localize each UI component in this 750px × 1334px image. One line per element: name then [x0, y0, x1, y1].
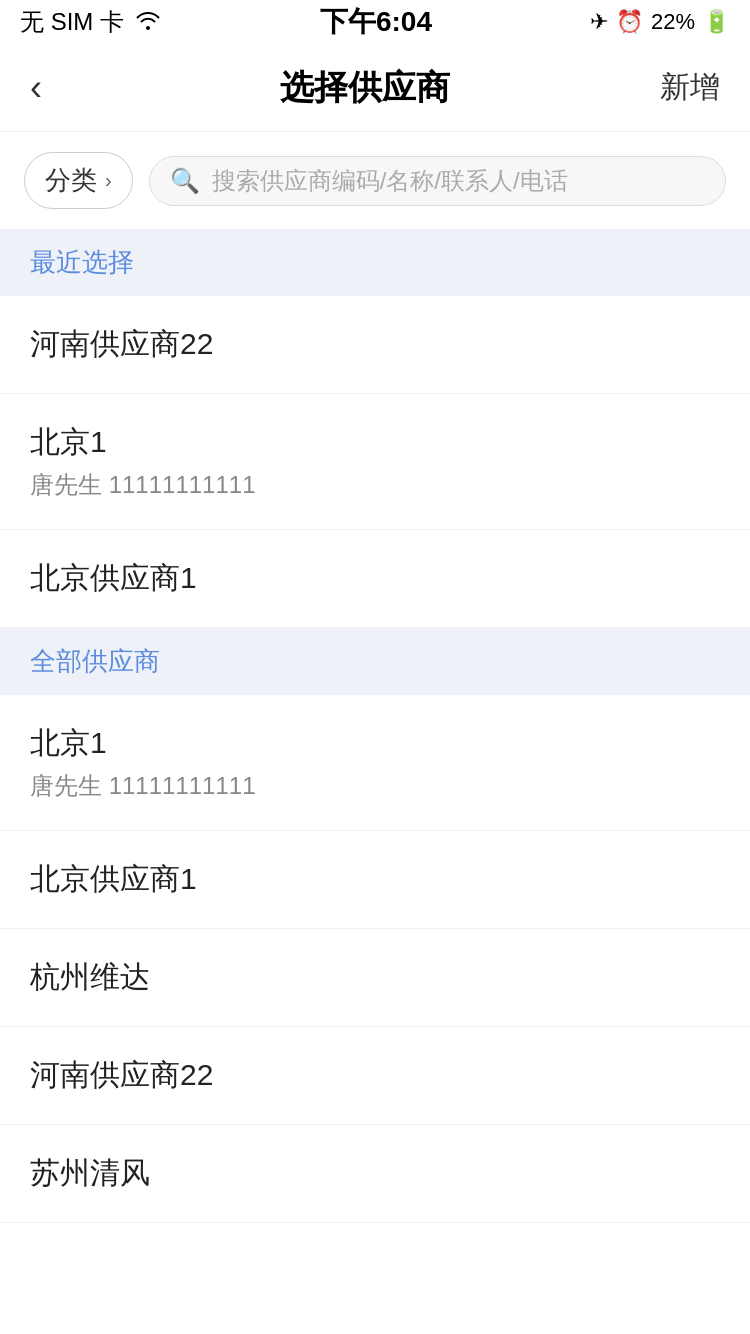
search-icon: 🔍	[170, 167, 200, 195]
list-item[interactable]: 北京供应商1	[0, 831, 750, 929]
search-input[interactable]	[212, 167, 705, 195]
battery-percent: 22%	[651, 9, 695, 35]
list-item[interactable]: 杭州维达	[0, 929, 750, 1027]
nav-bar: ‹ 选择供应商 新增	[0, 44, 750, 132]
search-bar: 🔍	[149, 156, 726, 206]
status-right: ✈ ⏰ 22% 🔋	[590, 9, 730, 35]
all-section-header: 全部供应商	[0, 628, 750, 695]
battery-icon: 🔋	[703, 9, 730, 35]
back-button[interactable]: ‹	[30, 67, 90, 109]
category-label: 分类	[45, 163, 97, 198]
list-item[interactable]: 苏州清风	[0, 1125, 750, 1223]
list-item[interactable]: 河南供应商22	[0, 296, 750, 394]
new-button[interactable]: 新增	[640, 67, 720, 108]
item-sub: 唐先生 11111111111	[30, 770, 720, 802]
status-bar: 无 SIM 卡 下午6:04 ✈ ⏰ 22% 🔋	[0, 0, 750, 44]
list-item[interactable]: 北京1 唐先生 11111111111	[0, 695, 750, 831]
item-name: 北京供应商1	[30, 859, 720, 900]
item-name: 北京供应商1	[30, 558, 720, 599]
alarm-icon: ⏰	[616, 9, 643, 35]
category-filter[interactable]: 分类 ›	[24, 152, 133, 209]
location-icon: ✈	[590, 9, 608, 35]
item-name: 河南供应商22	[30, 324, 720, 365]
item-name: 北京1	[30, 723, 720, 764]
status-time: 下午6:04	[320, 3, 432, 41]
list-item[interactable]: 河南供应商22	[0, 1027, 750, 1125]
item-name: 杭州维达	[30, 957, 720, 998]
list-item[interactable]: 北京供应商1	[0, 530, 750, 628]
wifi-icon	[134, 8, 162, 36]
item-name: 河南供应商22	[30, 1055, 720, 1096]
all-list: 北京1 唐先生 11111111111 北京供应商1 杭州维达 河南供应商22 …	[0, 695, 750, 1223]
status-carrier: 无 SIM 卡	[20, 6, 162, 38]
recent-list: 河南供应商22 北京1 唐先生 11111111111 北京供应商1	[0, 296, 750, 628]
chevron-right-icon: ›	[105, 169, 112, 192]
item-name: 苏州清风	[30, 1153, 720, 1194]
filter-bar: 分类 › 🔍	[0, 132, 750, 229]
page-title: 选择供应商	[280, 65, 450, 111]
recent-section-header: 最近选择	[0, 229, 750, 296]
item-name: 北京1	[30, 422, 720, 463]
list-item[interactable]: 北京1 唐先生 11111111111	[0, 394, 750, 530]
item-sub: 唐先生 11111111111	[30, 469, 720, 501]
